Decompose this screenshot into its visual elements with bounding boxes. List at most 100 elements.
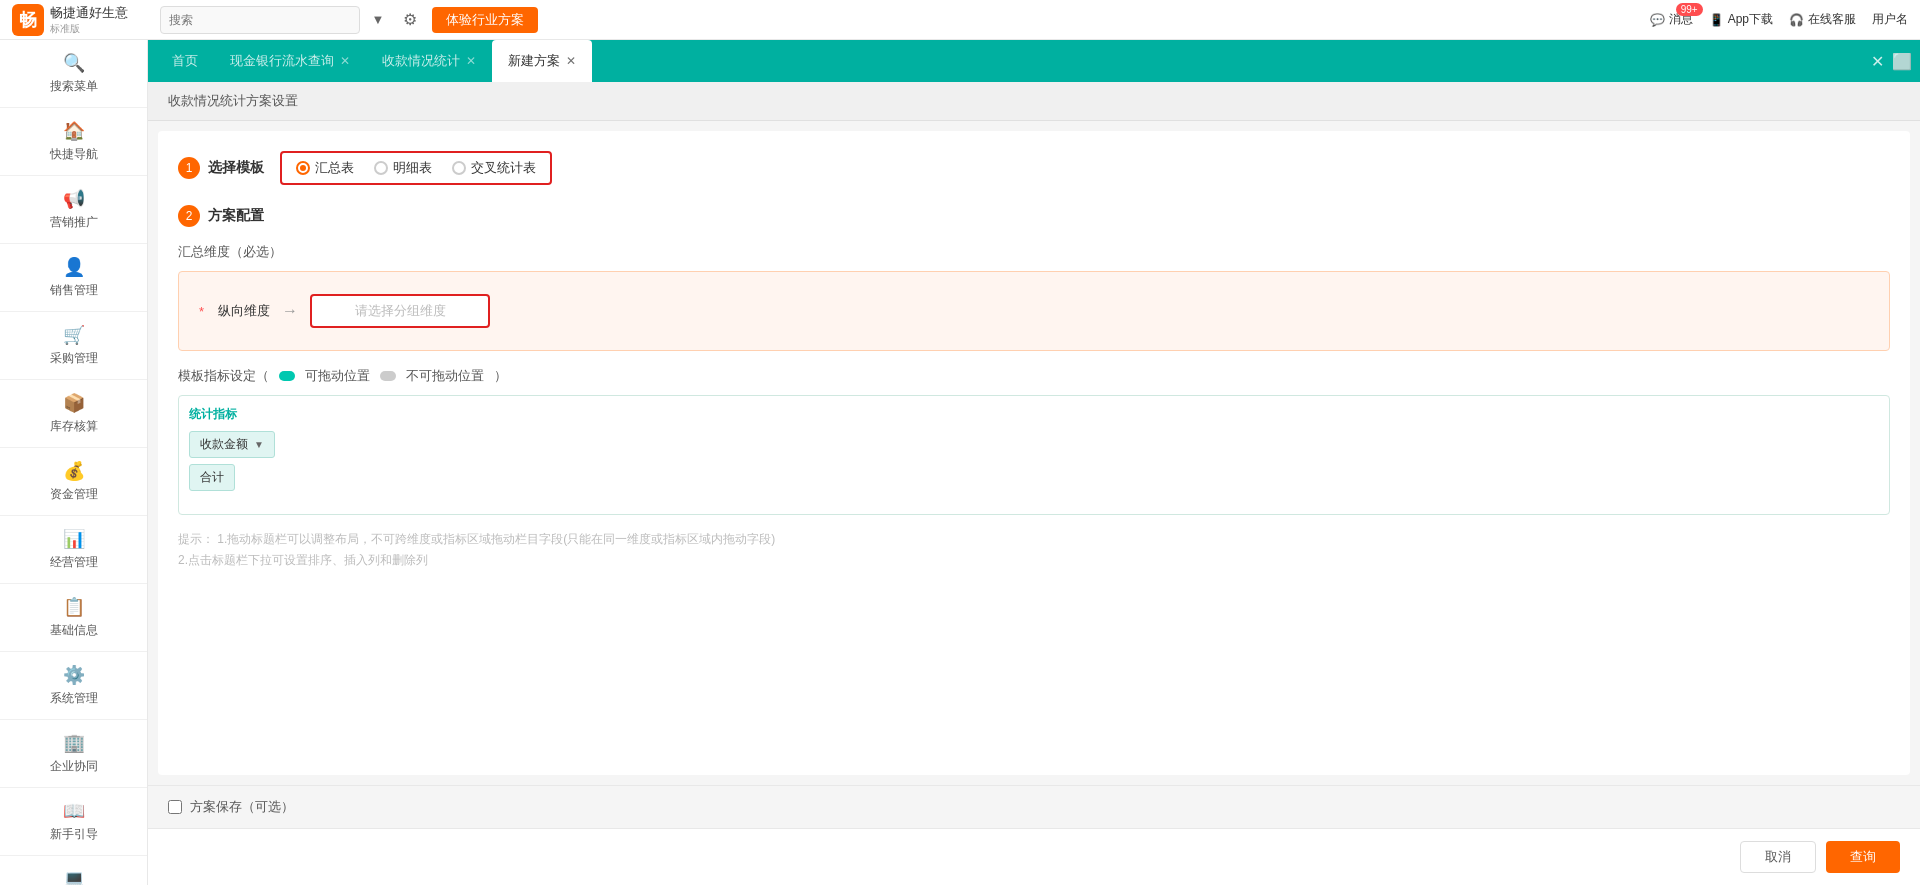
logo-area: 畅 畅捷通好生意 标准版	[12, 4, 160, 36]
sidebar-label-marketing: 营销推广	[50, 214, 98, 231]
dimension-area: * 纵向维度 → 请选择分组维度	[178, 271, 1890, 351]
drag-label: 可拖动位置	[305, 367, 370, 385]
sidebar-item-inventory[interactable]: 📦 库存核算	[0, 380, 147, 448]
tips-section: 提示： 1.拖动标题栏可以调整布局，不可跨维度或指标区域拖动栏目字段(只能在同一…	[178, 531, 1890, 569]
save-section: 方案保存（可选）	[148, 785, 1920, 828]
tab-cashflow[interactable]: 现金银行流水查询 ✕	[214, 40, 366, 82]
sidebar-label-system: 系统管理	[50, 690, 98, 707]
top-header: 畅 畅捷通好生意 标准版 ▼ ⚙ 体验行业方案 💬 消息 99+ 📱 App下载…	[0, 0, 1920, 40]
sidebar-item-management[interactable]: 📊 经营管理	[0, 516, 147, 584]
sidebar-item-system[interactable]: ⚙️ 系统管理	[0, 652, 147, 720]
sidebar-item-sales[interactable]: 👤 销售管理	[0, 244, 147, 312]
metrics-chips: 收款金额 ▼	[189, 431, 1879, 458]
search-dropdown-icon[interactable]: ▼	[368, 10, 388, 30]
radio-summary[interactable]: 汇总表	[296, 159, 354, 177]
radio-detail-dot	[374, 161, 388, 175]
sidebar: 🔍 搜索菜单 🏠 快捷导航 📢 营销推广 👤 销售管理 🛒 采购管理 📦 库存核…	[0, 40, 148, 885]
sidebar-item-hardware[interactable]: 💻 智能硬件	[0, 856, 147, 885]
sidebar-label-base: 基础信息	[50, 622, 98, 639]
download-label: App下载	[1728, 11, 1773, 28]
marketing-icon: 📢	[63, 188, 85, 210]
search-input[interactable]	[160, 6, 360, 34]
hardware-icon: 💻	[63, 868, 85, 885]
purchase-icon: 🛒	[63, 324, 85, 346]
step2-badge: 2	[178, 205, 200, 227]
cancel-button[interactable]: 取消	[1740, 841, 1816, 873]
arrow-right-icon: →	[282, 302, 298, 320]
save-checkbox[interactable]	[168, 800, 182, 814]
dimension-row: * 纵向维度 → 请选择分组维度	[199, 294, 1869, 328]
tab-new-plan[interactable]: 新建方案 ✕	[492, 40, 592, 82]
management-icon: 📊	[63, 528, 85, 550]
sidebar-item-nav[interactable]: 🏠 快捷导航	[0, 108, 147, 176]
notification-item[interactable]: 💬 消息 99+	[1650, 11, 1693, 28]
download-item[interactable]: 📱 App下载	[1709, 11, 1773, 28]
collab-icon: 🏢	[63, 732, 85, 754]
metrics-section: 模板指标设定（ 可拖动位置 不可拖动位置 ） 统计指标 收款金额	[178, 367, 1890, 515]
logo-text: 畅捷通好生意	[50, 4, 128, 22]
metrics-area: 统计指标 收款金额 ▼ 合计	[178, 395, 1890, 515]
tab-new-plan-label: 新建方案	[508, 52, 560, 70]
sales-icon: 👤	[63, 256, 85, 278]
tab-bar: 首页 现金银行流水查询 ✕ 收款情况统计 ✕ 新建方案 ✕ ✕ ⬜	[148, 40, 1920, 82]
logo-icon: 畅	[12, 4, 44, 36]
metric-chip-amount[interactable]: 收款金额 ▼	[189, 431, 275, 458]
radio-cross[interactable]: 交叉统计表	[452, 159, 536, 177]
message-icon: 💬	[1650, 13, 1665, 27]
metrics-header-close: ）	[494, 367, 507, 385]
page-title: 收款情况统计方案设置	[168, 93, 298, 108]
close-window-icon[interactable]: ✕	[1871, 52, 1884, 71]
radio-summary-dot	[296, 161, 310, 175]
header-search: ▼ ⚙ 体验行业方案	[160, 6, 1650, 34]
step2-row: 2 方案配置	[178, 205, 1890, 227]
tab-receipts-close[interactable]: ✕	[466, 54, 476, 68]
tab-bar-actions: ✕ ⬜	[1871, 52, 1912, 71]
guide-icon: 📖	[63, 800, 85, 822]
tab-cashflow-close[interactable]: ✕	[340, 54, 350, 68]
maximize-icon[interactable]: ⬜	[1892, 52, 1912, 71]
dimension-label: 纵向维度	[218, 302, 270, 320]
tab-home[interactable]: 首页	[156, 40, 214, 82]
step1-title: 选择模板	[208, 159, 264, 177]
dimension-select[interactable]: 请选择分组维度	[310, 294, 490, 328]
metrics-header-label: 模板指标设定（	[178, 367, 269, 385]
sidebar-item-purchase[interactable]: 🛒 采购管理	[0, 312, 147, 380]
radio-detail-label: 明细表	[393, 159, 432, 177]
drag-indicator	[279, 371, 295, 381]
notification-badge: 99+	[1676, 3, 1703, 16]
tab-new-plan-close[interactable]: ✕	[566, 54, 576, 68]
metrics-header: 模板指标设定（ 可拖动位置 不可拖动位置 ）	[178, 367, 1890, 385]
tip1: 提示： 1.拖动标题栏可以调整布局，不可跨维度或指标区域拖动栏目字段(只能在同一…	[178, 531, 1890, 548]
radio-cross-label: 交叉统计表	[471, 159, 536, 177]
gear-icon[interactable]: ⚙	[396, 6, 424, 34]
step2-title: 方案配置	[208, 207, 264, 225]
chip-label-amount: 收款金额	[200, 436, 248, 453]
sidebar-label-sales: 销售管理	[50, 282, 98, 299]
page-content: 收款情况统计方案设置 1 选择模板 汇总表 明细表	[148, 82, 1920, 828]
config-section: 汇总维度（必选） * 纵向维度 → 请选择分组维度 模板指标设定（	[178, 243, 1890, 569]
industry-button[interactable]: 体验行业方案	[432, 7, 538, 33]
sidebar-item-marketing[interactable]: 📢 营销推广	[0, 176, 147, 244]
chip-chevron-icon: ▼	[254, 439, 264, 450]
query-button[interactable]: 查询	[1826, 841, 1900, 873]
main-container: 🔍 搜索菜单 🏠 快捷导航 📢 营销推广 👤 销售管理 🛒 采购管理 📦 库存核…	[0, 40, 1920, 885]
tab-home-label: 首页	[172, 52, 198, 70]
sidebar-item-guide[interactable]: 📖 新手引导	[0, 788, 147, 856]
sidebar-label-search: 搜索菜单	[50, 78, 98, 95]
tab-receipts[interactable]: 收款情况统计 ✕	[366, 40, 492, 82]
user-name: 用户名	[1872, 11, 1908, 28]
content-area: 首页 现金银行流水查询 ✕ 收款情况统计 ✕ 新建方案 ✕ ✕ ⬜ 收款情况统计…	[148, 40, 1920, 885]
sidebar-item-search[interactable]: 🔍 搜索菜单	[0, 40, 147, 108]
no-drag-indicator	[380, 371, 396, 381]
sidebar-label-inventory: 库存核算	[50, 418, 98, 435]
tab-receipts-label: 收款情况统计	[382, 52, 460, 70]
sidebar-item-base[interactable]: 📋 基础信息	[0, 584, 147, 652]
metrics-category: 统计指标	[189, 406, 237, 423]
inventory-icon: 📦	[63, 392, 85, 414]
system-icon: ⚙️	[63, 664, 85, 686]
sidebar-item-finance[interactable]: 💰 资金管理	[0, 448, 147, 516]
support-item[interactable]: 🎧 在线客服	[1789, 11, 1856, 28]
step1-badge: 1	[178, 157, 200, 179]
sidebar-item-collab[interactable]: 🏢 企业协同	[0, 720, 147, 788]
radio-detail[interactable]: 明细表	[374, 159, 432, 177]
